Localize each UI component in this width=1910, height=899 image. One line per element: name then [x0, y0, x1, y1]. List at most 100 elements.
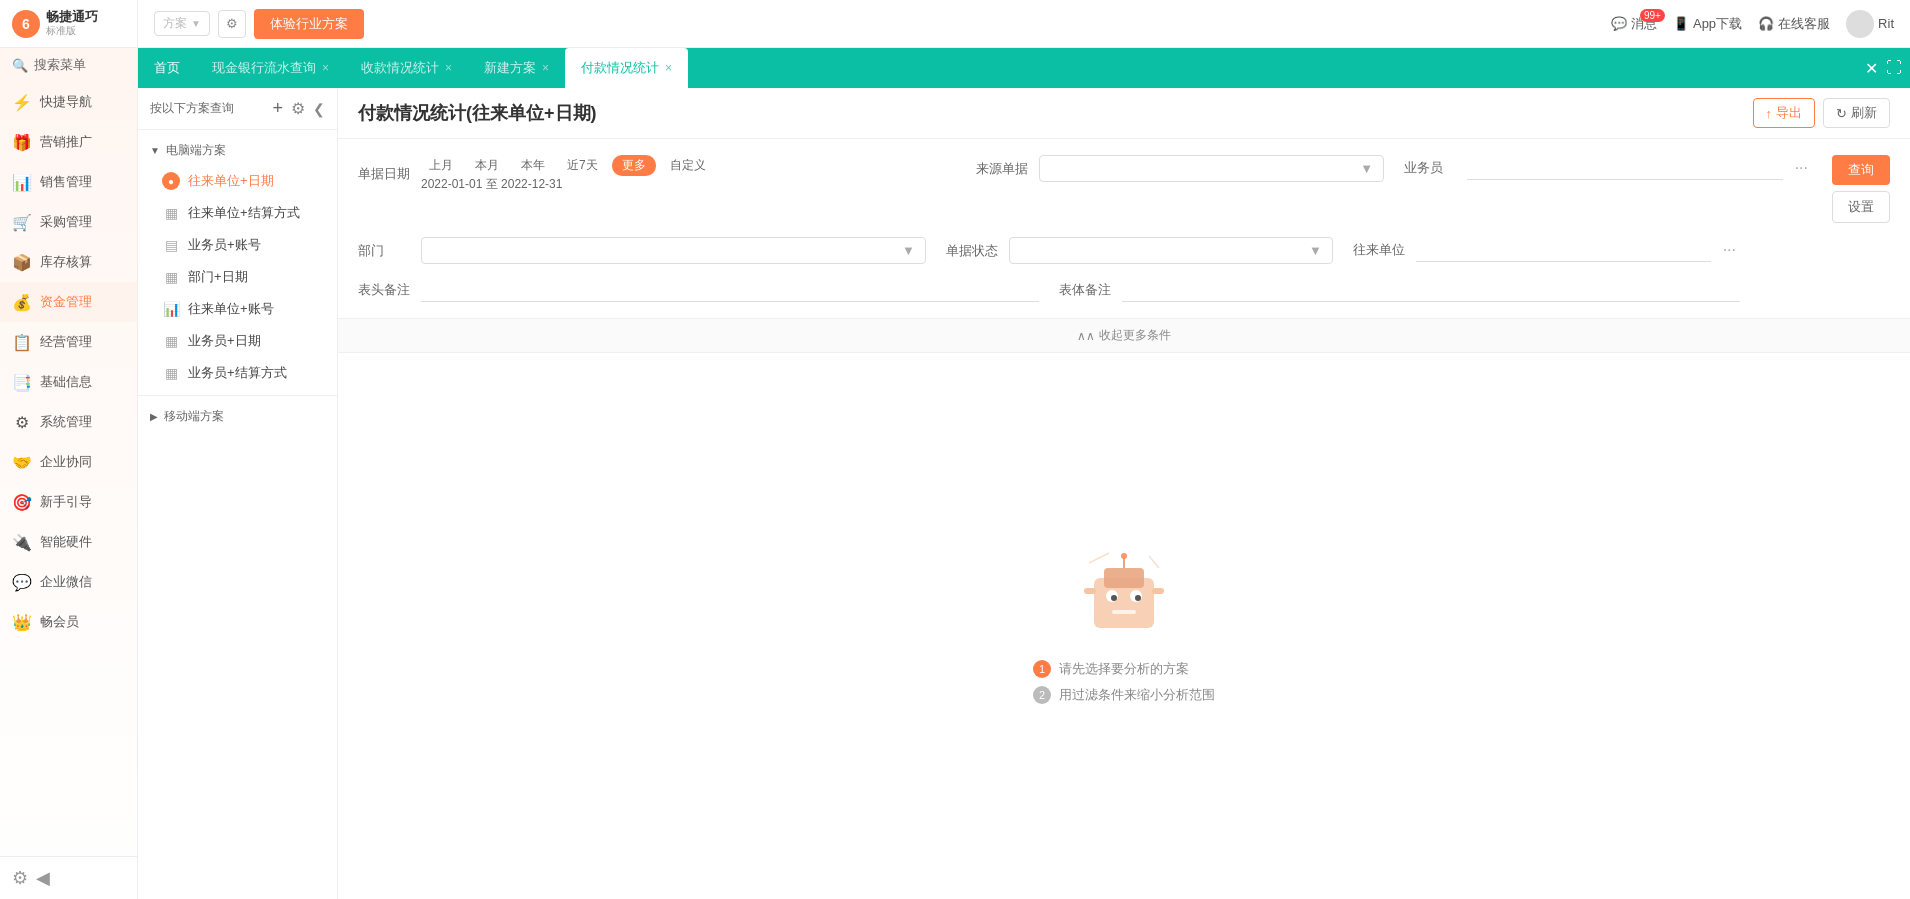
chevron-down-icon: ▼: [191, 18, 201, 29]
date-option-last-7-days[interactable]: 近7天: [559, 155, 606, 176]
tab-new-scheme-label: 新建方案: [484, 59, 536, 77]
refresh-button[interactable]: ↻ 刷新: [1823, 98, 1890, 128]
guide-icon: 🎯: [12, 492, 32, 512]
tab-bank-flow-close-icon[interactable]: ×: [322, 61, 329, 75]
messages-button[interactable]: 💬 消息 99+: [1611, 15, 1657, 33]
sidebar-item-enterprise[interactable]: 🤝 企业协同: [0, 442, 137, 482]
top-header: 方案 ▼ ⚙ 体验行业方案 💬 消息 99+ 📱 App下载 🎧 在线客服: [138, 0, 1910, 48]
scheme-item-dept-date[interactable]: ▦ 部门+日期: [138, 261, 337, 293]
online-service-button[interactable]: 🎧 在线客服: [1758, 15, 1830, 33]
note-header-label: 表头备注: [358, 281, 413, 299]
sidebar-item-inventory[interactable]: 📦 库存核算: [0, 242, 137, 282]
sidebar-item-basic-info[interactable]: 📑 基础信息: [0, 362, 137, 402]
dept-chevron: ▼: [902, 243, 915, 258]
mobile-group-title[interactable]: ▶ 移动端方案: [138, 402, 337, 431]
purchase-icon: 🛒: [12, 212, 32, 232]
tab-payment-stat[interactable]: 付款情况统计 ×: [565, 48, 688, 88]
scheme-item-staff-date[interactable]: ▦ 业务员+日期: [138, 325, 337, 357]
export-button[interactable]: ↑ 导出: [1753, 98, 1816, 128]
scheme-selector[interactable]: 方案 ▼: [154, 11, 210, 36]
search-menu[interactable]: 🔍 搜索菜单: [0, 48, 137, 82]
date-option-last-month[interactable]: 上月: [421, 155, 461, 176]
desktop-group-title[interactable]: ▼ 电脑端方案: [138, 136, 337, 165]
try-industry-button[interactable]: 体验行业方案: [254, 9, 364, 39]
dept-select[interactable]: ▼: [421, 237, 926, 264]
sidebar-item-capital[interactable]: 💰 资金管理: [0, 282, 137, 322]
dept-label: 部门: [358, 242, 413, 260]
scheme-bar-icon: ▤: [162, 236, 180, 254]
note-body-label: 表体备注: [1059, 281, 1114, 299]
messages-badge: 99+: [1640, 9, 1665, 22]
phone-icon: 📱: [1673, 16, 1689, 31]
filter-actions: ↑ 导出 ↻ 刷新: [1753, 98, 1891, 128]
sidebar: 6 畅捷通巧 标准版 🔍 搜索菜单 ⚡ 快捷导航 🎁 营销推广 📊 销售管理 🛒…: [0, 0, 138, 899]
collapse-bar[interactable]: ∧∧ 收起更多条件: [338, 319, 1910, 353]
header-right: 💬 消息 99+ 📱 App下载 🎧 在线客服 Rit: [1611, 10, 1894, 38]
source-bill-select[interactable]: ▼: [1039, 155, 1384, 182]
desktop-group-label: 电脑端方案: [166, 142, 226, 159]
sidebar-item-management[interactable]: 📋 经营管理: [0, 322, 137, 362]
basic-info-icon: 📑: [12, 372, 32, 392]
empty-tips: 1 请先选择要分析的方案 2 用过滤条件来缩小分析范围: [1033, 660, 1215, 704]
sidebar-item-sales[interactable]: 📊 销售管理: [0, 162, 137, 202]
scheme-settings-icon[interactable]: ⚙: [291, 99, 305, 118]
sidebar-item-purchase[interactable]: 🛒 采购管理: [0, 202, 137, 242]
user-profile[interactable]: Rit: [1846, 10, 1894, 38]
sidebar-item-quick-nav[interactable]: ⚡ 快捷导航: [0, 82, 137, 122]
sidebar-collapse-icon[interactable]: ◀: [36, 867, 50, 889]
sidebar-item-system[interactable]: ⚙ 系统管理: [0, 402, 137, 442]
tab-home-label: 首页: [154, 59, 180, 77]
tab-new-scheme[interactable]: 新建方案 ×: [468, 48, 565, 88]
tab-collection[interactable]: 收款情况统计 ×: [345, 48, 468, 88]
date-option-this-month[interactable]: 本月: [467, 155, 507, 176]
sales-icon: 📊: [12, 172, 32, 192]
sidebar-item-guide[interactable]: 🎯 新手引导: [0, 482, 137, 522]
tab-bank-flow[interactable]: 现金银行流水查询 ×: [196, 48, 345, 88]
note-header-input[interactable]: [421, 278, 1039, 302]
sidebar-item-member[interactable]: 👑 畅会员: [0, 602, 137, 642]
query-button[interactable]: 查询: [1832, 155, 1890, 185]
app-download-button[interactable]: 📱 App下载: [1673, 15, 1742, 33]
tip-num-2: 2: [1033, 686, 1051, 704]
scheme-item-partner-settle[interactable]: ▦ 往来单位+结算方式: [138, 197, 337, 229]
quick-nav-icon: ⚡: [12, 92, 32, 112]
settings-button2[interactable]: 设置: [1832, 191, 1890, 223]
bill-status-label: 单据状态: [946, 242, 1001, 260]
empty-tip-1: 1 请先选择要分析的方案: [1033, 660, 1215, 678]
empty-tip-2: 2 用过滤条件来缩小分析范围: [1033, 686, 1215, 704]
scheme-item-partner-date[interactable]: ● 往来单位+日期: [138, 165, 337, 197]
tab-home[interactable]: 首页: [138, 48, 196, 88]
scheme-item-staff-account[interactable]: ▤ 业务员+账号: [138, 229, 337, 261]
bill-status-select[interactable]: ▼: [1009, 237, 1333, 264]
tab-close-all-icon[interactable]: ✕: [1865, 59, 1878, 78]
sidebar-item-marketing[interactable]: 🎁 营销推广: [0, 122, 137, 162]
scheme-item-staff-settle[interactable]: ▦ 业务员+结算方式: [138, 357, 337, 389]
date-option-this-year[interactable]: 本年: [513, 155, 553, 176]
staff-ellipsis-button[interactable]: ···: [1791, 155, 1812, 181]
tip-text-1: 请先选择要分析的方案: [1059, 660, 1189, 678]
sidebar-item-label: 企业协同: [40, 453, 92, 471]
date-option-more[interactable]: 更多: [612, 155, 656, 176]
tab-payment-stat-close-icon[interactable]: ×: [665, 61, 672, 75]
add-scheme-icon[interactable]: +: [272, 98, 283, 119]
sidebar-settings-icon[interactable]: ⚙: [12, 867, 28, 889]
header-settings-button[interactable]: ⚙: [218, 10, 246, 38]
tab-expand-icon[interactable]: ⛶: [1886, 59, 1902, 77]
date-option-custom[interactable]: 自定义: [662, 155, 714, 176]
tab-new-scheme-close-icon[interactable]: ×: [542, 61, 549, 75]
scheme-table3-icon: ▦: [162, 332, 180, 350]
export-label: 导出: [1776, 104, 1802, 122]
partner-ellipsis-button[interactable]: ···: [1719, 237, 1740, 263]
partner-field: 往来单位 ···: [1353, 237, 1740, 263]
source-bill-chevron: ▼: [1360, 161, 1373, 176]
partner-input[interactable]: [1416, 238, 1711, 262]
scheme-item-partner-account[interactable]: 📊 往来单位+账号: [138, 293, 337, 325]
staff-input[interactable]: [1467, 156, 1783, 180]
query-btn-col: 查询 设置: [1832, 155, 1890, 223]
note-body-input[interactable]: [1122, 278, 1740, 302]
tab-collection-close-icon[interactable]: ×: [445, 61, 452, 75]
sidebar-item-wechat[interactable]: 💬 企业微信: [0, 562, 137, 602]
scheme-collapse-icon[interactable]: ❮: [313, 101, 325, 117]
date-options-area: 上月 本月 本年 近7天 更多 自定义 2022-01-01 至 2022-12…: [421, 155, 714, 193]
sidebar-item-hardware[interactable]: 🔌 智能硬件: [0, 522, 137, 562]
